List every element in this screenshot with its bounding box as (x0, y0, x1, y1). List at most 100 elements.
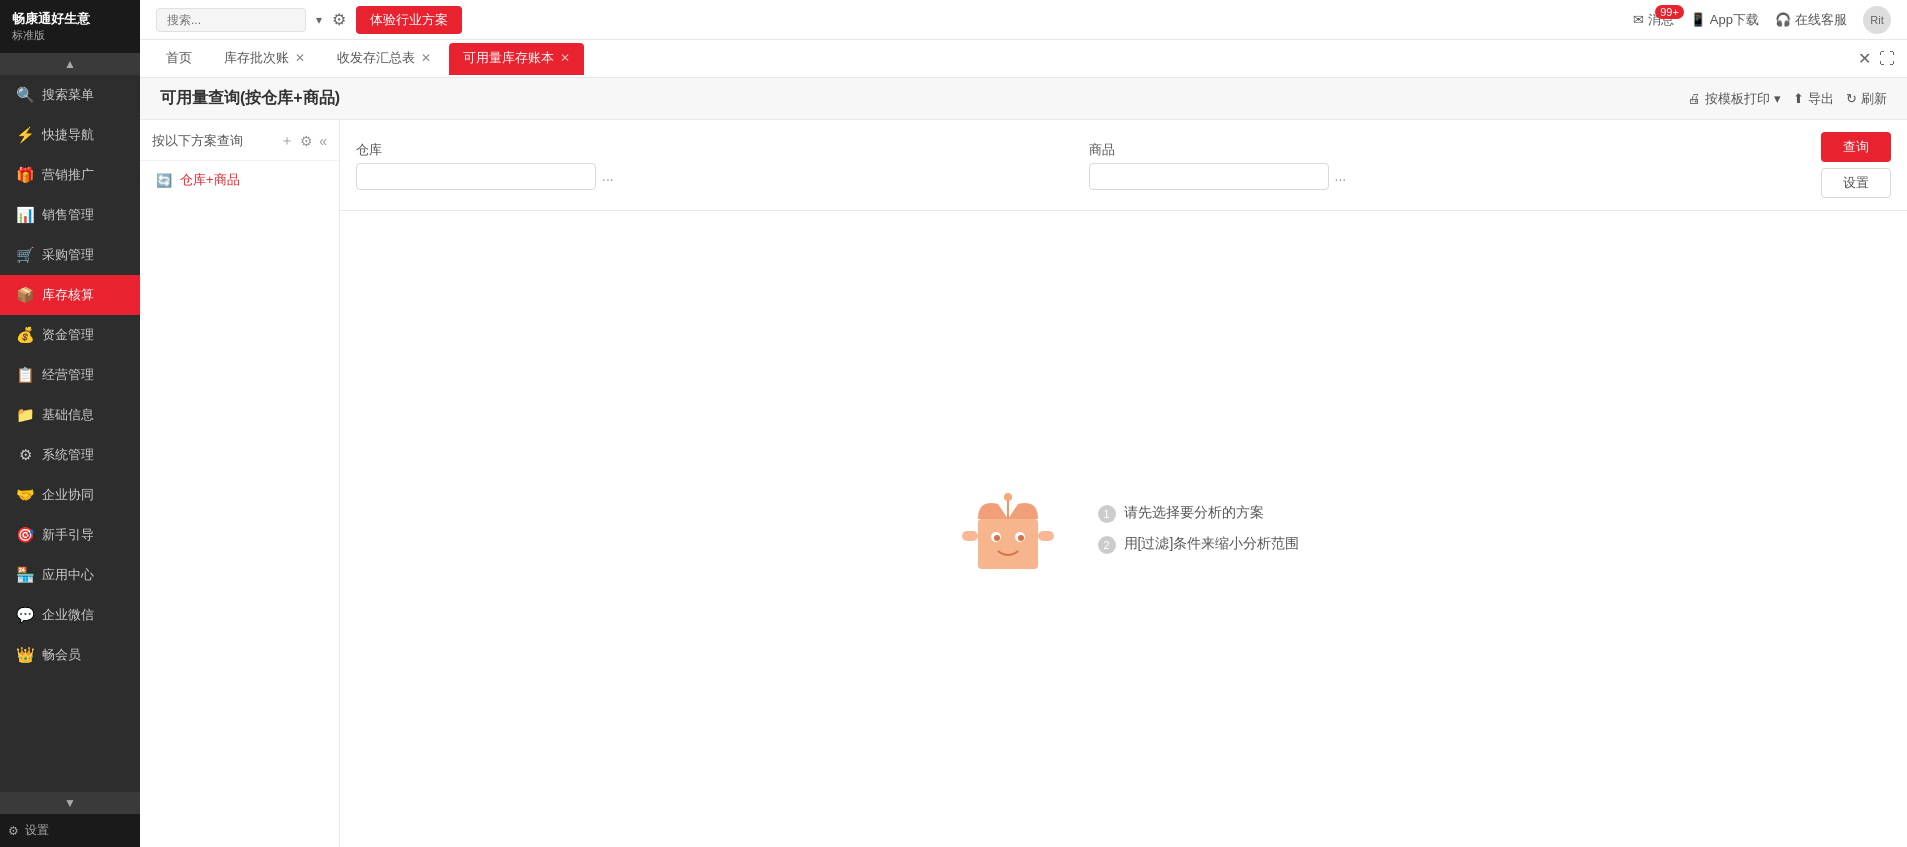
sidebar-item-label: 畅会员 (42, 646, 81, 664)
tab-summary-label: 收发存汇总表 (337, 49, 415, 67)
header-gear-icon[interactable]: ⚙ (332, 10, 346, 29)
hint-num-1: 1 (1098, 505, 1116, 523)
print-icon: 🖨 (1688, 91, 1701, 106)
page-actions: 🖨 按模板打印 ▾ ⬆ 导出 ↻ 刷新 (1688, 90, 1887, 108)
header-dropdown-btn[interactable]: ▾ (316, 13, 322, 27)
empty-illustration (948, 469, 1068, 589)
print-dropdown-icon[interactable]: ▾ (1774, 91, 1781, 106)
empty-svg (948, 469, 1068, 589)
basic-icon: 📁 (16, 406, 34, 424)
content-area: 按以下方案查询 ＋ ⚙ « 🔄 仓库+商品 仓库 ... (140, 120, 1907, 847)
sidebar-item-label: 资金管理 (42, 326, 94, 344)
query-button[interactable]: 查询 (1821, 132, 1891, 162)
sidebar-nav: 🔍 搜索菜单⚡ 快捷导航🎁 营销推广📊 销售管理🛒 采购管理📦 库存核算💰 资金… (0, 75, 140, 792)
sidebar-scroll-down[interactable]: ▼ (0, 792, 140, 814)
query-btn-group: 查询 设置 (1821, 132, 1891, 198)
sidebar-item-purchase[interactable]: 🛒 采购管理 (0, 235, 140, 275)
app-download-btn[interactable]: 📱 App下载 (1690, 11, 1759, 29)
product-more-btn[interactable]: ... (1335, 168, 1347, 184)
filter-add-btn[interactable]: ＋ (280, 132, 294, 150)
refresh-label: 刷新 (1861, 90, 1887, 108)
tab-available-close[interactable]: ✕ (560, 51, 570, 65)
sidebar-item-search[interactable]: 🔍 搜索菜单 (0, 75, 140, 115)
filter-collapse-btn[interactable]: « (319, 132, 327, 150)
sidebar-item-appstore[interactable]: 🏪 应用中心 (0, 555, 140, 595)
product-field: 商品 ... (1089, 141, 1802, 190)
sidebar-bottom-label: 设置 (25, 822, 49, 839)
sidebar-scroll-up[interactable]: ▲ (0, 53, 140, 75)
search-icon: 🔍 (16, 86, 34, 104)
sidebar-item-inventory[interactable]: 📦 库存核算 (0, 275, 140, 315)
sidebar-item-marketing[interactable]: 🎁 营销推广 (0, 155, 140, 195)
svg-point-6 (1004, 493, 1012, 501)
sidebar-item-label: 快捷导航 (42, 126, 94, 144)
marketing-icon: 🎁 (16, 166, 34, 184)
warehouse-label: 仓库 (356, 141, 1069, 159)
trial-btn[interactable]: 体验行业方案 (356, 6, 462, 34)
operations-icon: 📋 (16, 366, 34, 384)
hint-text-2: 用[过滤]条件来缩小分析范围 (1124, 535, 1300, 553)
tab-close-all-btn[interactable]: ✕ (1858, 49, 1871, 68)
sidebar-item-label: 搜索菜单 (42, 86, 94, 104)
sidebar-item-enterprise[interactable]: 🤝 企业协同 (0, 475, 140, 515)
filter-panel: 按以下方案查询 ＋ ⚙ « 🔄 仓库+商品 (140, 120, 340, 847)
tab-expand-btn[interactable]: ⛶ (1879, 50, 1895, 68)
sidebar-item-wechat[interactable]: 💬 企业微信 (0, 595, 140, 635)
purchase-icon: 🛒 (16, 246, 34, 264)
filter-scheme-icon: 🔄 (156, 173, 172, 188)
export-btn[interactable]: ⬆ 导出 (1793, 90, 1834, 108)
settings-button[interactable]: 设置 (1821, 168, 1891, 198)
message-btn[interactable]: ✉ 消息 99+ (1633, 11, 1674, 29)
refresh-icon: ↻ (1846, 91, 1857, 106)
filter-settings-btn[interactable]: ⚙ (300, 132, 313, 150)
tab-batch-close[interactable]: ✕ (295, 51, 305, 65)
page-title: 可用量查询(按仓库+商品) (160, 88, 340, 109)
settings-icon: ⚙ (8, 824, 19, 838)
edition-label: 标准版 (12, 28, 128, 43)
sidebar-item-shortcut[interactable]: ⚡ 快捷导航 (0, 115, 140, 155)
print-btn[interactable]: 🖨 按模板打印 ▾ (1688, 90, 1781, 108)
refresh-btn[interactable]: ↻ 刷新 (1846, 90, 1887, 108)
warehouse-field: 仓库 ... (356, 141, 1069, 190)
print-label: 按模板打印 (1705, 90, 1770, 108)
hint-text-1: 请先选择要分析的方案 (1124, 504, 1264, 522)
top-header: ▾ ⚙ 体验行业方案 ✉ 消息 99+ 📱 App下载 🎧 在线客服 Rit (140, 0, 1907, 40)
tab-batch[interactable]: 库存批次账 ✕ (210, 43, 319, 75)
sidebar-item-operations[interactable]: 📋 经营管理 (0, 355, 140, 395)
user-avatar[interactable]: Rit (1863, 6, 1891, 34)
sidebar-item-newbie[interactable]: 🎯 新手引导 (0, 515, 140, 555)
tab-available[interactable]: 可用量库存账本 ✕ (449, 43, 584, 75)
tab-summary-close[interactable]: ✕ (421, 51, 431, 65)
header-search-input[interactable] (156, 8, 306, 32)
sidebar-item-label: 企业协同 (42, 486, 94, 504)
app-icon: 📱 (1690, 12, 1706, 27)
brand-name: 畅康通好生意 (12, 10, 128, 28)
sidebar-item-system[interactable]: ⚙ 系统管理 (0, 435, 140, 475)
filter-scheme-item[interactable]: 🔄 仓库+商品 (140, 161, 339, 199)
user-name: Rit (1870, 14, 1883, 26)
sidebar-header: 畅康通好生意 标准版 (0, 0, 140, 53)
sidebar-item-member[interactable]: 👑 畅会员 (0, 635, 140, 675)
sidebar-item-finance[interactable]: 💰 资金管理 (0, 315, 140, 355)
warehouse-input[interactable] (356, 163, 596, 190)
sidebar: 畅康通好生意 标准版 ▲ 🔍 搜索菜单⚡ 快捷导航🎁 营销推广📊 销售管理🛒 采… (0, 0, 140, 847)
tab-summary[interactable]: 收发存汇总表 ✕ (323, 43, 445, 75)
header-left: ▾ ⚙ 体验行业方案 (156, 6, 462, 34)
shortcut-icon: ⚡ (16, 126, 34, 144)
tab-home[interactable]: 首页 (152, 43, 206, 75)
sidebar-item-label: 系统管理 (42, 446, 94, 464)
sidebar-item-label: 应用中心 (42, 566, 94, 584)
sidebar-item-basic[interactable]: 📁 基础信息 (0, 395, 140, 435)
warehouse-input-group: ... (356, 163, 1069, 190)
filter-scheme-label: 仓库+商品 (180, 171, 240, 189)
product-input[interactable] (1089, 163, 1329, 190)
product-input-group: ... (1089, 163, 1802, 190)
member-icon: 👑 (16, 646, 34, 664)
inventory-icon: 📦 (16, 286, 34, 304)
service-btn[interactable]: 🎧 在线客服 (1775, 11, 1847, 29)
warehouse-more-btn[interactable]: ... (602, 168, 614, 184)
product-label: 商品 (1089, 141, 1802, 159)
finance-icon: 💰 (16, 326, 34, 344)
empty-state: 1 请先选择要分析的方案 2 用[过滤]条件来缩小分析范围 (340, 211, 1907, 847)
sidebar-item-sales[interactable]: 📊 销售管理 (0, 195, 140, 235)
